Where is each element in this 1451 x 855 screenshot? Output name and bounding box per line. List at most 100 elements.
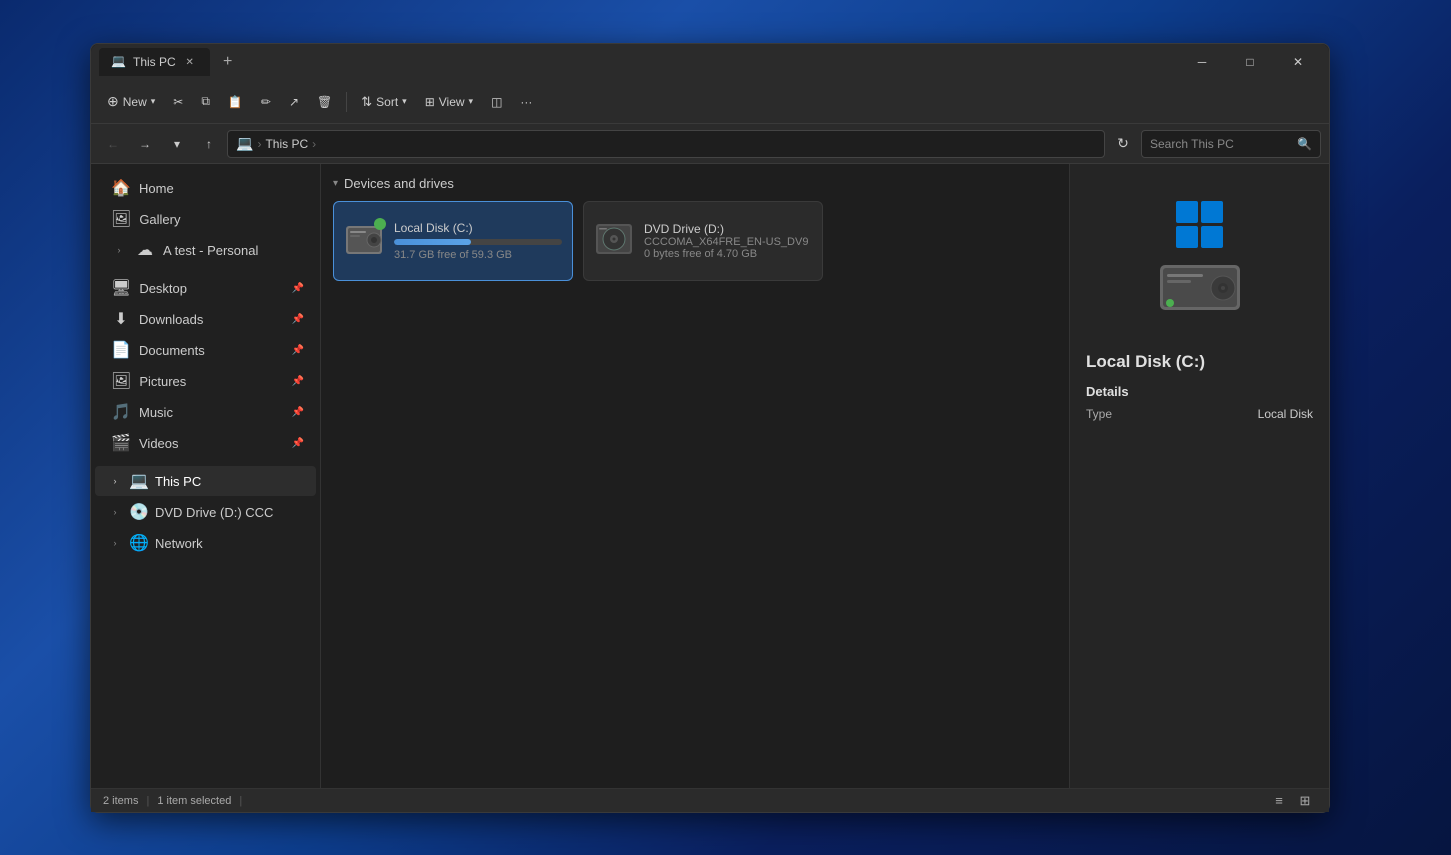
- details-section-title: Details: [1086, 384, 1313, 399]
- drive-c-info: Local Disk (C:) 31.7 GB free of 59.3 GB: [394, 221, 562, 261]
- details-icon: ◫: [491, 95, 502, 109]
- sidebar-item-dvd[interactable]: › 💿 DVD Drive (D:) CCC: [95, 497, 316, 527]
- sort-button[interactable]: ⇅ Sort ▾: [353, 86, 414, 118]
- maximize-button[interactable]: □: [1227, 46, 1273, 78]
- status-sep-1: |: [146, 795, 149, 807]
- drive-card-d[interactable]: DVD Drive (D:) CCCOMA_X64FRE_EN-US_DV9 0…: [583, 201, 823, 281]
- up-button[interactable]: ↑: [195, 130, 223, 158]
- home-icon: 🏠: [111, 178, 131, 198]
- tiles-view-button[interactable]: ⊞: [1293, 791, 1317, 811]
- downloads-icon: ⬇: [111, 309, 131, 329]
- details-drive-visual: [1155, 201, 1245, 320]
- delete-button[interactable]: 🗑: [309, 86, 340, 118]
- win-logo-tl: [1176, 201, 1198, 223]
- path-separator-1: ›: [257, 137, 261, 151]
- forward-button[interactable]: →: [131, 130, 159, 158]
- recent-locations-button[interactable]: ▾: [163, 130, 191, 158]
- sidebar-locations-section: › 💻 This PC › 💿 DVD Drive (D:) CCC › 🌐 N…: [91, 466, 320, 558]
- rename-button[interactable]: ✏: [253, 86, 279, 118]
- view-button[interactable]: ⊞ View ▾: [417, 86, 481, 118]
- refresh-button[interactable]: ↻: [1109, 130, 1137, 158]
- music-icon: 🎵: [111, 402, 131, 422]
- network-icon: 🌐: [129, 533, 149, 553]
- window-controls: ─ □ ✕: [1179, 46, 1321, 78]
- desktop-pin-icon: 📌: [292, 283, 304, 294]
- details-type-label: Type: [1086, 407, 1112, 421]
- win-logo-tr: [1201, 201, 1223, 223]
- sidebar-item-cloud[interactable]: › ☁ A test - Personal: [95, 235, 316, 265]
- sidebar-item-videos[interactable]: 🎬 Videos 📌: [95, 428, 316, 458]
- drive-c-name: Local Disk (C:): [394, 221, 562, 235]
- drive-c-icon-wrap: [344, 220, 384, 263]
- status-bar: 2 items | 1 item selected | ≡ ⊞: [91, 788, 1329, 812]
- pictures-pin-icon: 📌: [292, 376, 304, 387]
- details-view-button[interactable]: ≡: [1267, 791, 1291, 811]
- search-box[interactable]: Search This PC 🔍: [1141, 130, 1321, 158]
- sidebar-music-label: Music: [139, 405, 284, 420]
- documents-pin-icon: 📌: [292, 345, 304, 356]
- sidebar: 🏠 Home 🖼 Gallery › ☁ A test - Personal 🖥…: [91, 164, 321, 788]
- sidebar-item-documents[interactable]: 📄 Documents 📌: [95, 335, 316, 365]
- details-panel: Local Disk (C:) Details Type Local Disk: [1069, 164, 1329, 788]
- share-button[interactable]: ↗: [281, 86, 307, 118]
- sidebar-item-downloads[interactable]: ⬇ Downloads 📌: [95, 304, 316, 334]
- items-count: 2 items: [103, 795, 138, 807]
- sort-label: Sort: [376, 95, 398, 109]
- details-type-row: Type Local Disk: [1086, 407, 1313, 421]
- sidebar-item-network[interactable]: › 🌐 Network: [95, 528, 316, 558]
- close-button[interactable]: ✕: [1275, 46, 1321, 78]
- drive-d-name: DVD Drive (D:): [644, 222, 812, 236]
- selected-text: 1 item selected: [157, 795, 231, 807]
- new-button[interactable]: ⊕ New ▾: [99, 86, 163, 118]
- cloud-expand-icon: ›: [111, 242, 127, 258]
- back-button[interactable]: ←: [99, 130, 127, 158]
- section-chevron-icon: ▾: [333, 178, 338, 189]
- sidebar-item-music[interactable]: 🎵 Music 📌: [95, 397, 316, 427]
- sidebar-item-pictures[interactable]: 🖼 Pictures 📌: [95, 366, 316, 396]
- status-sep-2: |: [239, 795, 242, 807]
- drive-c-progress-wrap: [394, 239, 562, 245]
- sidebar-item-gallery[interactable]: 🖼 Gallery: [95, 204, 316, 234]
- sidebar-item-home[interactable]: 🏠 Home: [95, 173, 316, 203]
- rename-icon: ✏: [261, 95, 271, 109]
- cut-button[interactable]: ✂: [165, 86, 191, 118]
- sidebar-pinned-section: 🖥 Desktop 📌 ⬇ Downloads 📌 📄 Documents 📌 …: [91, 273, 320, 458]
- copy-button[interactable]: ⧉: [193, 86, 218, 118]
- drives-section-header[interactable]: ▾ Devices and drives: [333, 176, 1057, 191]
- dvd-icon: 💿: [129, 502, 149, 522]
- drive-c-progress-bar: [394, 239, 471, 245]
- file-explorer-window: 💻 This PC ✕ + ─ □ ✕ ⊕ New ▾ ✂ ⧉ 📋 ✏: [90, 43, 1330, 813]
- details-hdd-svg: [1155, 260, 1245, 315]
- new-label: New: [123, 95, 147, 109]
- drive-card-c[interactable]: Local Disk (C:) 31.7 GB free of 59.3 GB: [333, 201, 573, 281]
- more-icon: ···: [520, 95, 532, 109]
- details-title: Local Disk (C:): [1086, 352, 1313, 372]
- title-bar: 💻 This PC ✕ + ─ □ ✕: [91, 44, 1329, 80]
- sidebar-this-pc-label: This PC: [155, 474, 201, 489]
- tab-close-button[interactable]: ✕: [182, 54, 198, 70]
- minimize-button[interactable]: ─: [1179, 46, 1225, 78]
- status-view-buttons: ≡ ⊞: [1267, 791, 1317, 811]
- details-button[interactable]: ◫: [483, 86, 510, 118]
- active-tab[interactable]: 💻 This PC ✕: [99, 48, 210, 76]
- view-chevron-icon: ▾: [469, 96, 474, 107]
- sidebar-pictures-label: Pictures: [139, 374, 283, 389]
- new-tab-button[interactable]: +: [214, 48, 242, 76]
- sidebar-documents-label: Documents: [139, 343, 284, 358]
- new-chevron-icon: ▾: [151, 96, 156, 107]
- paste-button[interactable]: 📋: [220, 86, 251, 118]
- delete-icon: 🗑: [317, 95, 332, 109]
- desktop-icon: 🖥: [111, 278, 131, 298]
- sidebar-item-desktop[interactable]: 🖥 Desktop 📌: [95, 273, 316, 303]
- view-icon: ⊞: [425, 95, 435, 109]
- win-logo-br: [1201, 226, 1223, 248]
- details-type-value: Local Disk: [1258, 407, 1313, 421]
- windows-logo: [1176, 201, 1223, 248]
- dvd-expand-icon: ›: [107, 504, 123, 520]
- address-path[interactable]: 💻 › This PC ›: [227, 130, 1105, 158]
- sidebar-item-this-pc[interactable]: › 💻 This PC: [95, 466, 316, 496]
- copy-icon: ⧉: [201, 94, 210, 109]
- tab-icon: 💻: [111, 54, 127, 70]
- drive-d-icon-wrap: [594, 220, 634, 263]
- more-button[interactable]: ···: [512, 86, 540, 118]
